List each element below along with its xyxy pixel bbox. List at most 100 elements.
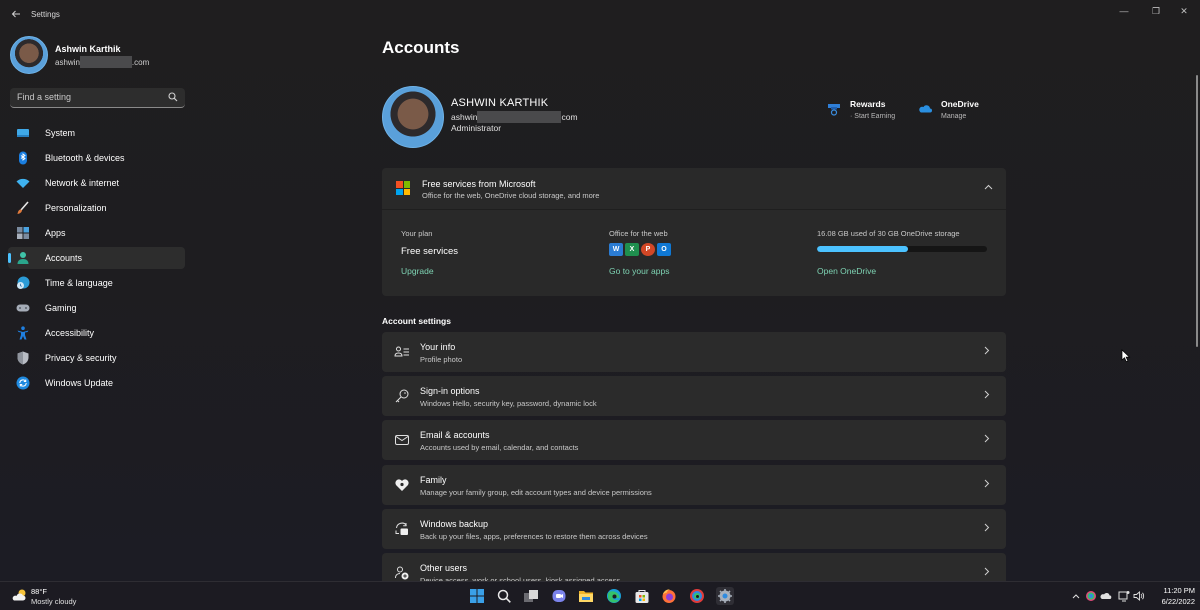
sidebar-item-windows-update[interactable]: Windows Update [8, 372, 185, 394]
sidebar-item-label: Accessibility [45, 328, 95, 338]
free-services-header[interactable]: Free services from Microsoft Office for … [382, 168, 1006, 210]
row-subtitle: Windows Hello, security key, password, d… [420, 399, 597, 408]
profile-name: Ashwin Karthik [55, 44, 121, 54]
setting-windows-backup[interactable]: Windows backup Back up your files, apps,… [382, 509, 1006, 549]
taskbar: 88°F Mostly cloudy 11:20 PM 6/22/2022 [0, 581, 1200, 610]
globe-clock-icon [17, 276, 30, 289]
bluetooth-icon [19, 151, 27, 165]
sidebar-item-label: Time & language [45, 278, 113, 288]
storage-progress-fill [817, 246, 909, 252]
edge-dev-icon[interactable] [688, 587, 706, 605]
setting-your-info[interactable]: Your info Profile photo [382, 332, 1006, 372]
sidebar-item-system[interactable]: System [8, 122, 185, 144]
store-icon[interactable] [633, 587, 651, 605]
sidebar-item-label: Network & internet [45, 178, 120, 188]
email-redaction [79, 56, 132, 68]
sidebar-item-bluetooth[interactable]: Bluetooth & devices [8, 147, 185, 169]
refresh-icon [16, 376, 30, 390]
family-heart-icon [395, 479, 409, 491]
chevron-up-icon[interactable] [1070, 590, 1082, 602]
firefox-icon[interactable] [660, 587, 678, 605]
chevron-right-icon [982, 346, 992, 358]
shield-icon [17, 351, 29, 365]
office-app-icons: W X P O [609, 243, 671, 257]
search-icon[interactable] [168, 92, 178, 102]
office-column: Office for the web W X P O Go to your ap… [609, 229, 671, 276]
search-input[interactable] [17, 92, 167, 102]
search-box[interactable] [10, 88, 185, 108]
account-avatar[interactable] [382, 86, 444, 148]
back-arrow-icon [11, 10, 20, 18]
back-button[interactable] [8, 7, 24, 23]
row-title: Windows backup [420, 519, 489, 529]
clock-time: 11:20 PM [1163, 586, 1195, 595]
upgrade-link[interactable]: Upgrade [401, 266, 434, 276]
rewards-icon [828, 104, 840, 116]
storage-label: 16.08 GB used of 30 GB OneDrive storage [817, 229, 960, 238]
minimize-button[interactable]: — [1113, 4, 1135, 18]
row-subtitle: Back up your files, apps, preferences to… [420, 532, 648, 541]
person-icon [17, 252, 29, 264]
partly-cloudy-icon [12, 589, 26, 601]
chevron-right-icon [982, 434, 992, 446]
search-icon[interactable] [495, 587, 513, 605]
onedrive-link[interactable]: OneDrive Manage [941, 99, 979, 120]
sidebar-item-accessibility[interactable]: Accessibility [8, 322, 185, 344]
file-explorer-icon[interactable] [577, 587, 595, 605]
services-subtitle: Office for the web, OneDrive cloud stora… [422, 191, 600, 200]
sidebar-item-gaming[interactable]: Gaming [8, 297, 185, 319]
onedrive-tray-icon[interactable] [1100, 590, 1112, 602]
setting-other-users[interactable]: Other users Device access, work or schoo… [382, 553, 1006, 581]
monitor-icon [17, 129, 29, 137]
setting-family[interactable]: Family Manage your family group, edit ac… [382, 465, 1006, 505]
edge-icon[interactable] [605, 587, 623, 605]
word-icon[interactable]: W [609, 243, 623, 256]
setting-email-accounts[interactable]: Email & accounts Accounts used by email,… [382, 420, 1006, 460]
color-app-tray-icon[interactable] [1085, 590, 1097, 602]
teams-chat-icon[interactable] [550, 587, 568, 605]
email-redaction [477, 111, 562, 123]
sidebar-item-apps[interactable]: Apps [8, 222, 185, 244]
outlook-icon[interactable]: O [657, 243, 671, 256]
clock-date: 6/22/2022 [1161, 597, 1195, 606]
account-role: Administrator [451, 123, 502, 133]
sidebar-item-accounts[interactable]: Accounts [8, 247, 185, 269]
storage-column: 16.08 GB used of 30 GB OneDrive storage … [817, 229, 989, 276]
rewards-link[interactable]: Rewards · Start Earning [850, 99, 895, 120]
sidebar-item-time-language[interactable]: Time & language [8, 272, 185, 294]
sidebar-item-network[interactable]: Network & internet [8, 172, 185, 194]
maximize-button[interactable]: ❐ [1145, 4, 1167, 18]
sidebar-item-privacy-security[interactable]: Privacy & security [8, 347, 185, 369]
profile-email: ashwin .com [55, 56, 149, 68]
open-onedrive-link[interactable]: Open OneDrive [817, 266, 876, 276]
onedrive-title: OneDrive [941, 99, 979, 109]
sidebar-item-label: Privacy & security [45, 353, 117, 363]
chevron-right-icon [982, 479, 992, 491]
brush-icon [17, 201, 29, 214]
settings-app-icon[interactable] [716, 587, 734, 605]
go-to-apps-link[interactable]: Go to your apps [609, 266, 669, 276]
row-subtitle: Manage your family group, edit account t… [420, 488, 652, 497]
scrollbar[interactable] [1196, 75, 1198, 347]
excel-icon[interactable]: X [625, 243, 639, 256]
backup-icon [395, 522, 408, 535]
start-icon[interactable] [468, 587, 486, 605]
setting-sign-in-options[interactable]: Sign-in options Windows Hello, security … [382, 376, 1006, 416]
network-display-icon[interactable] [1118, 590, 1130, 602]
sidebar-item-label: Gaming [45, 303, 77, 313]
mail-icon [395, 435, 409, 445]
chevron-up-icon[interactable] [982, 182, 994, 194]
close-button[interactable]: ✕ [1173, 4, 1195, 18]
section-title: Account settings [382, 316, 451, 326]
task-view-icon[interactable] [522, 587, 540, 605]
avatar[interactable] [10, 36, 48, 74]
title-bar: Settings — ❐ ✕ [0, 0, 1200, 30]
sidebar-item-personalization[interactable]: Personalization [8, 197, 185, 219]
sidebar-item-label: Personalization [45, 203, 107, 213]
volume-icon[interactable] [1133, 590, 1145, 602]
sidebar-nav: System Bluetooth & devices Network & int… [8, 122, 185, 397]
accessibility-icon [17, 326, 29, 340]
powerpoint-icon[interactable]: P [641, 243, 655, 256]
row-title: Other users [420, 563, 468, 573]
email-suffix: com [561, 112, 578, 122]
